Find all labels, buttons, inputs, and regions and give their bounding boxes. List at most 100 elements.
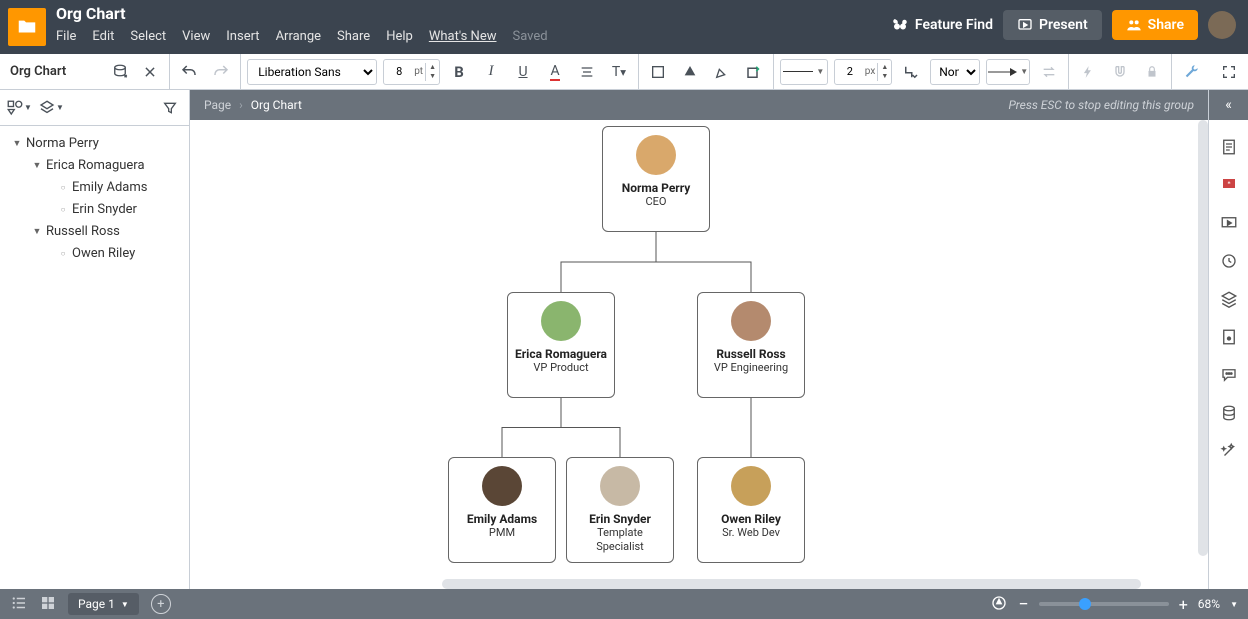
outline-row[interactable]: ○Erin Snyder bbox=[4, 198, 185, 220]
shape-palette-button[interactable]: ▼ bbox=[6, 95, 32, 121]
bold-button[interactable]: B bbox=[446, 59, 472, 85]
line-end-select[interactable]: ▼ bbox=[986, 59, 1030, 85]
outline-row[interactable]: ○Emily Adams bbox=[4, 176, 185, 198]
comments-panel-icon[interactable] bbox=[1218, 364, 1240, 386]
org-node[interactable]: Emily AdamsPMM bbox=[448, 457, 556, 563]
data-link-icon[interactable] bbox=[107, 59, 133, 85]
add-page-button[interactable]: + bbox=[151, 594, 171, 614]
fullscreen-button[interactable] bbox=[1216, 59, 1242, 85]
line-width-unit: px bbox=[865, 66, 878, 77]
svg-text:❝: ❝ bbox=[1227, 181, 1230, 188]
horizontal-scrollbar[interactable] bbox=[442, 579, 1141, 589]
font-size-down[interactable]: ▼ bbox=[426, 72, 439, 81]
redo-button[interactable] bbox=[208, 59, 234, 85]
menu-whats-new[interactable]: What's New bbox=[429, 29, 497, 44]
node-name: Erica Romaguera bbox=[515, 347, 607, 361]
present-button[interactable]: Present bbox=[1003, 10, 1102, 40]
filter-button[interactable] bbox=[157, 95, 183, 121]
auto-zoom-button[interactable] bbox=[990, 594, 1008, 615]
org-node[interactable]: Erin SnyderTemplate Specialist bbox=[566, 457, 674, 563]
org-node[interactable]: Erica RomagueraVP Product bbox=[507, 292, 615, 398]
breadcrumb-root[interactable]: Page bbox=[204, 98, 231, 112]
layers-panel-icon[interactable] bbox=[1218, 288, 1240, 310]
node-role: PMM bbox=[489, 526, 515, 540]
align-button[interactable] bbox=[574, 59, 600, 85]
play-icon bbox=[1017, 17, 1033, 33]
feature-find-label: Feature Find bbox=[915, 17, 993, 33]
app-logo[interactable] bbox=[8, 8, 46, 46]
line-style-select[interactable]: ▼ bbox=[780, 59, 828, 85]
caret-down-icon: ▼ bbox=[32, 160, 42, 171]
feature-find-button[interactable]: Feature Find bbox=[891, 16, 993, 34]
collapse-dock-button[interactable]: « bbox=[1209, 90, 1248, 120]
line-width-up[interactable]: ▲ bbox=[878, 63, 891, 72]
menu-arrange[interactable]: Arrange bbox=[276, 29, 321, 44]
line-start-select[interactable]: None bbox=[930, 59, 980, 85]
font-size-stepper[interactable]: pt ▲▼ bbox=[383, 59, 440, 85]
font-size-unit: pt bbox=[414, 66, 425, 77]
share-button[interactable]: Share bbox=[1112, 10, 1198, 40]
underline-button[interactable]: U bbox=[510, 59, 536, 85]
text-options-button[interactable]: T▾ bbox=[606, 59, 632, 85]
grid-view-button[interactable] bbox=[40, 595, 56, 614]
wrench-button[interactable] bbox=[1178, 59, 1204, 85]
breadcrumb-current[interactable]: Org Chart bbox=[251, 98, 302, 112]
zoom-slider[interactable] bbox=[1039, 602, 1169, 606]
org-node[interactable]: Norma PerryCEO bbox=[602, 126, 710, 232]
close-panel-icon[interactable] bbox=[137, 59, 163, 85]
outline-label: Erica Romaguera bbox=[46, 158, 145, 173]
line-width-input[interactable] bbox=[835, 65, 865, 78]
data-panel-icon[interactable] bbox=[1218, 402, 1240, 424]
menu-file[interactable]: File bbox=[56, 29, 76, 44]
fill-button[interactable] bbox=[645, 59, 671, 85]
page-selector[interactable]: Page 1▼ bbox=[68, 593, 139, 615]
slides-panel-icon[interactable] bbox=[1218, 212, 1240, 234]
zoom-in-button[interactable]: + bbox=[1179, 595, 1188, 614]
menu-share[interactable]: Share bbox=[337, 29, 370, 44]
notes-panel-icon[interactable] bbox=[1218, 136, 1240, 158]
document-title[interactable]: Org Chart bbox=[56, 4, 891, 23]
node-role: VP Product bbox=[533, 361, 588, 375]
outline-row[interactable]: ▼Norma Perry bbox=[4, 132, 185, 154]
menu-view[interactable]: View bbox=[182, 29, 210, 44]
menu-help[interactable]: Help bbox=[386, 29, 413, 44]
avatar bbox=[731, 466, 771, 506]
action-button[interactable] bbox=[1075, 59, 1101, 85]
page-settings-icon[interactable] bbox=[1218, 326, 1240, 348]
lock-button[interactable] bbox=[1139, 59, 1165, 85]
swap-ends-button[interactable] bbox=[1036, 59, 1062, 85]
avatar bbox=[482, 466, 522, 506]
zoom-level[interactable]: 68% bbox=[1198, 597, 1220, 611]
line-width-down[interactable]: ▼ bbox=[878, 72, 891, 81]
user-avatar[interactable] bbox=[1208, 11, 1236, 39]
magnet-button[interactable] bbox=[1107, 59, 1133, 85]
font-family-select[interactable]: Liberation Sans bbox=[247, 59, 377, 85]
shape-library-button[interactable]: ▼ bbox=[38, 95, 64, 121]
app-header: Org Chart File Edit Select View Insert A… bbox=[0, 0, 1248, 54]
canvas[interactable]: Norma PerryCEO Erica RomagueraVP Product R… bbox=[190, 120, 1208, 589]
undo-button[interactable] bbox=[176, 59, 202, 85]
menu-edit[interactable]: Edit bbox=[92, 29, 114, 44]
font-size-input[interactable] bbox=[384, 65, 414, 78]
menu-select[interactable]: Select bbox=[130, 29, 166, 44]
history-panel-icon[interactable] bbox=[1218, 250, 1240, 272]
vertical-scrollbar[interactable] bbox=[1198, 120, 1208, 556]
italic-button[interactable]: I bbox=[478, 59, 504, 85]
menu-insert[interactable]: Insert bbox=[226, 29, 259, 44]
outline-row[interactable]: ○Owen Riley bbox=[4, 242, 185, 264]
bookmark-panel-icon[interactable]: ❝ bbox=[1218, 174, 1240, 196]
zoom-out-button[interactable]: − bbox=[1018, 594, 1028, 615]
shape-options-button[interactable] bbox=[741, 59, 767, 85]
line-width-stepper[interactable]: px ▲▼ bbox=[834, 59, 892, 85]
org-node[interactable]: Russell RossVP Engineering bbox=[697, 292, 805, 398]
org-node[interactable]: Owen RileySr. Web Dev bbox=[697, 457, 805, 563]
line-routing-button[interactable] bbox=[898, 59, 924, 85]
text-color-button[interactable]: A bbox=[542, 59, 568, 85]
shape-fill-button[interactable] bbox=[677, 59, 703, 85]
magic-panel-icon[interactable] bbox=[1218, 440, 1240, 462]
font-size-up[interactable]: ▲ bbox=[426, 63, 439, 72]
outline-row[interactable]: ▼ Erica Romaguera bbox=[4, 154, 185, 176]
border-color-button[interactable] bbox=[709, 59, 735, 85]
outline-row[interactable]: ▼Russell Ross bbox=[4, 220, 185, 242]
list-view-button[interactable] bbox=[10, 594, 28, 615]
